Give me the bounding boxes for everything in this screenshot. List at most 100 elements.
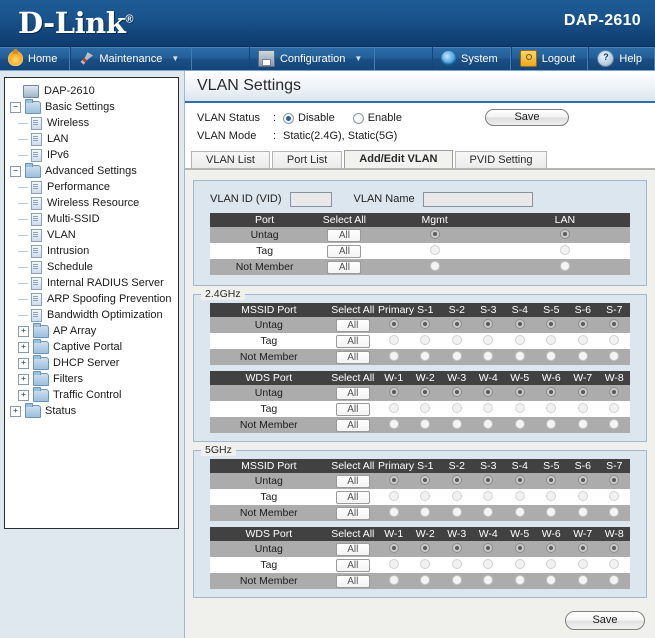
radio-not-member-primary[interactable]: [388, 350, 399, 361]
tree-item-captive-portal[interactable]: + Captive Portal: [8, 338, 175, 355]
radio-tag-s-5[interactable]: [546, 334, 557, 345]
radio-not-member-s-1[interactable]: [420, 350, 431, 361]
save-button-bottom[interactable]: Save: [565, 611, 645, 630]
collapse-icon[interactable]: −: [10, 101, 21, 113]
tree-item-basic-settings[interactable]: − Basic Settings: [8, 98, 175, 115]
radio-tag-s-2[interactable]: [451, 334, 462, 345]
select-all-button[interactable]: All: [335, 350, 370, 364]
radio-tag-w-4[interactable]: [483, 402, 494, 413]
radio-not-member-s-3[interactable]: [483, 350, 494, 361]
radio-vlan-status-disable[interactable]: [283, 112, 294, 124]
radio-not-member-w-3[interactable]: [451, 574, 462, 585]
port-table[interactable]: Port Select All Mgmt LAN Untag All Tag All Not M…: [210, 213, 630, 275]
radio-tag-primary[interactable]: [388, 334, 399, 345]
select-all-button[interactable]: All: [327, 244, 362, 258]
expand-icon[interactable]: +: [18, 325, 29, 337]
tree-item-internal-radius-server[interactable]: — Internal RADIUS Server: [8, 275, 175, 291]
radio-untag-w-3[interactable]: [451, 386, 462, 397]
radio-untag-s-5[interactable]: [546, 474, 557, 485]
radio-untag-w-7[interactable]: [577, 542, 588, 553]
select-all-button[interactable]: All: [335, 474, 370, 488]
collapse-icon[interactable]: −: [10, 165, 21, 177]
expand-icon[interactable]: +: [18, 341, 29, 353]
radio-untag-w-4[interactable]: [483, 542, 494, 553]
radio-untag-mgmt[interactable]: [429, 228, 440, 239]
tree-item-schedule[interactable]: — Schedule: [8, 259, 175, 275]
select-all-button[interactable]: All: [335, 418, 370, 432]
tab-add-edit-vlan[interactable]: Add/Edit VLAN: [344, 150, 453, 168]
tree-item-filters[interactable]: + Filters: [8, 370, 175, 387]
select-all-button[interactable]: All: [335, 334, 370, 348]
radio-untag-w-1[interactable]: [388, 542, 399, 553]
radio-not-member-lan[interactable]: [559, 260, 570, 271]
radio-not-member-w-1[interactable]: [388, 574, 399, 585]
radio-tag-w-7[interactable]: [577, 402, 588, 413]
select-all-button[interactable]: All: [335, 318, 370, 332]
radio-untag-s-7[interactable]: [609, 318, 620, 329]
radio-tag-w-4[interactable]: [483, 558, 494, 569]
radio-tag-w-1[interactable]: [388, 558, 399, 569]
nav-item-home[interactable]: Home: [0, 47, 71, 70]
wds-table-24ghz[interactable]: WDS Port Select All W-1 W-2 W-3 W-4 W-5 W-6 W-7 W…: [210, 371, 630, 433]
radio-not-member-w-7[interactable]: [577, 418, 588, 429]
select-all-button[interactable]: All: [335, 490, 370, 504]
radio-tag-s-5[interactable]: [546, 490, 557, 501]
radio-tag-lan[interactable]: [559, 244, 570, 255]
tab-vlan-list[interactable]: VLAN List: [191, 151, 270, 168]
radio-untag-w-2[interactable]: [420, 542, 431, 553]
radio-untag-s-4[interactable]: [514, 318, 525, 329]
select-all-button[interactable]: All: [335, 402, 370, 416]
radio-untag-w-5[interactable]: [514, 542, 525, 553]
nav-item-help[interactable]: ? Help: [588, 47, 655, 70]
radio-not-member-s-4[interactable]: [514, 350, 525, 361]
radio-untag-w-8[interactable]: [609, 542, 620, 553]
radio-tag-s-4[interactable]: [514, 490, 525, 501]
radio-not-member-mgmt[interactable]: [429, 260, 440, 271]
radio-not-member-s-2[interactable]: [451, 506, 462, 517]
expand-icon[interactable]: +: [18, 389, 29, 401]
radio-untag-s-7[interactable]: [609, 474, 620, 485]
radio-not-member-s-1[interactable]: [420, 506, 431, 517]
nav-item-configuration[interactable]: Configuration ▼: [248, 47, 376, 70]
radio-not-member-w-5[interactable]: [514, 574, 525, 585]
radio-not-member-s-7[interactable]: [609, 350, 620, 361]
radio-tag-w-1[interactable]: [388, 402, 399, 413]
expand-icon[interactable]: +: [18, 373, 29, 385]
radio-tag-w-5[interactable]: [514, 402, 525, 413]
radio-not-member-primary[interactable]: [388, 506, 399, 517]
radio-tag-s-6[interactable]: [577, 490, 588, 501]
tree-item-ipv6[interactable]: — IPv6: [8, 147, 175, 163]
radio-not-member-s-7[interactable]: [609, 506, 620, 517]
tree-item-arp-spoofing-prevention[interactable]: — ARP Spoofing Prevention: [8, 291, 175, 307]
radio-untag-w-7[interactable]: [577, 386, 588, 397]
radio-tag-w-8[interactable]: [609, 558, 620, 569]
radio-untag-s-5[interactable]: [546, 318, 557, 329]
radio-tag-s-4[interactable]: [514, 334, 525, 345]
mssid-table-24ghz[interactable]: MSSID Port Select All Primary S-1 S-2 S-3 S-4 S…: [210, 303, 630, 365]
vlan-name-input[interactable]: [422, 191, 533, 207]
radio-untag-w-3[interactable]: [451, 542, 462, 553]
radio-not-member-w-2[interactable]: [420, 418, 431, 429]
radio-vlan-status-enable[interactable]: [352, 112, 364, 124]
radio-untag-primary[interactable]: [388, 318, 399, 329]
radio-not-member-w-6[interactable]: [546, 574, 557, 585]
radio-untag-s-3[interactable]: [483, 474, 494, 485]
navigation-tree[interactable]: DAP-2610 − Basic Settings — Wireless — LAN — IPv…: [4, 77, 179, 529]
nav-item-maintenance[interactable]: Maintenance ▼: [70, 47, 193, 70]
tree-item-bandwidth-optimization[interactable]: — Bandwidth Optimization: [8, 307, 175, 323]
radio-untag-s-6[interactable]: [577, 318, 588, 329]
tree-item-status[interactable]: + Status: [8, 402, 175, 419]
tab-pvid-setting[interactable]: PVID Setting: [454, 151, 548, 168]
radio-not-member-s-6[interactable]: [577, 506, 588, 517]
radio-tag-s-1[interactable]: [420, 334, 431, 345]
expand-icon[interactable]: +: [10, 405, 21, 417]
radio-not-member-w-4[interactable]: [483, 574, 494, 585]
nav-item-logout[interactable]: Logout: [510, 47, 589, 70]
radio-not-member-w-8[interactable]: [609, 574, 620, 585]
radio-not-member-w-7[interactable]: [577, 574, 588, 585]
radio-untag-w-8[interactable]: [609, 386, 620, 397]
tree-item-wireless[interactable]: — Wireless: [8, 115, 175, 131]
radio-not-member-w-6[interactable]: [546, 418, 557, 429]
radio-untag-s-2[interactable]: [451, 318, 462, 329]
radio-untag-w-6[interactable]: [546, 386, 557, 397]
